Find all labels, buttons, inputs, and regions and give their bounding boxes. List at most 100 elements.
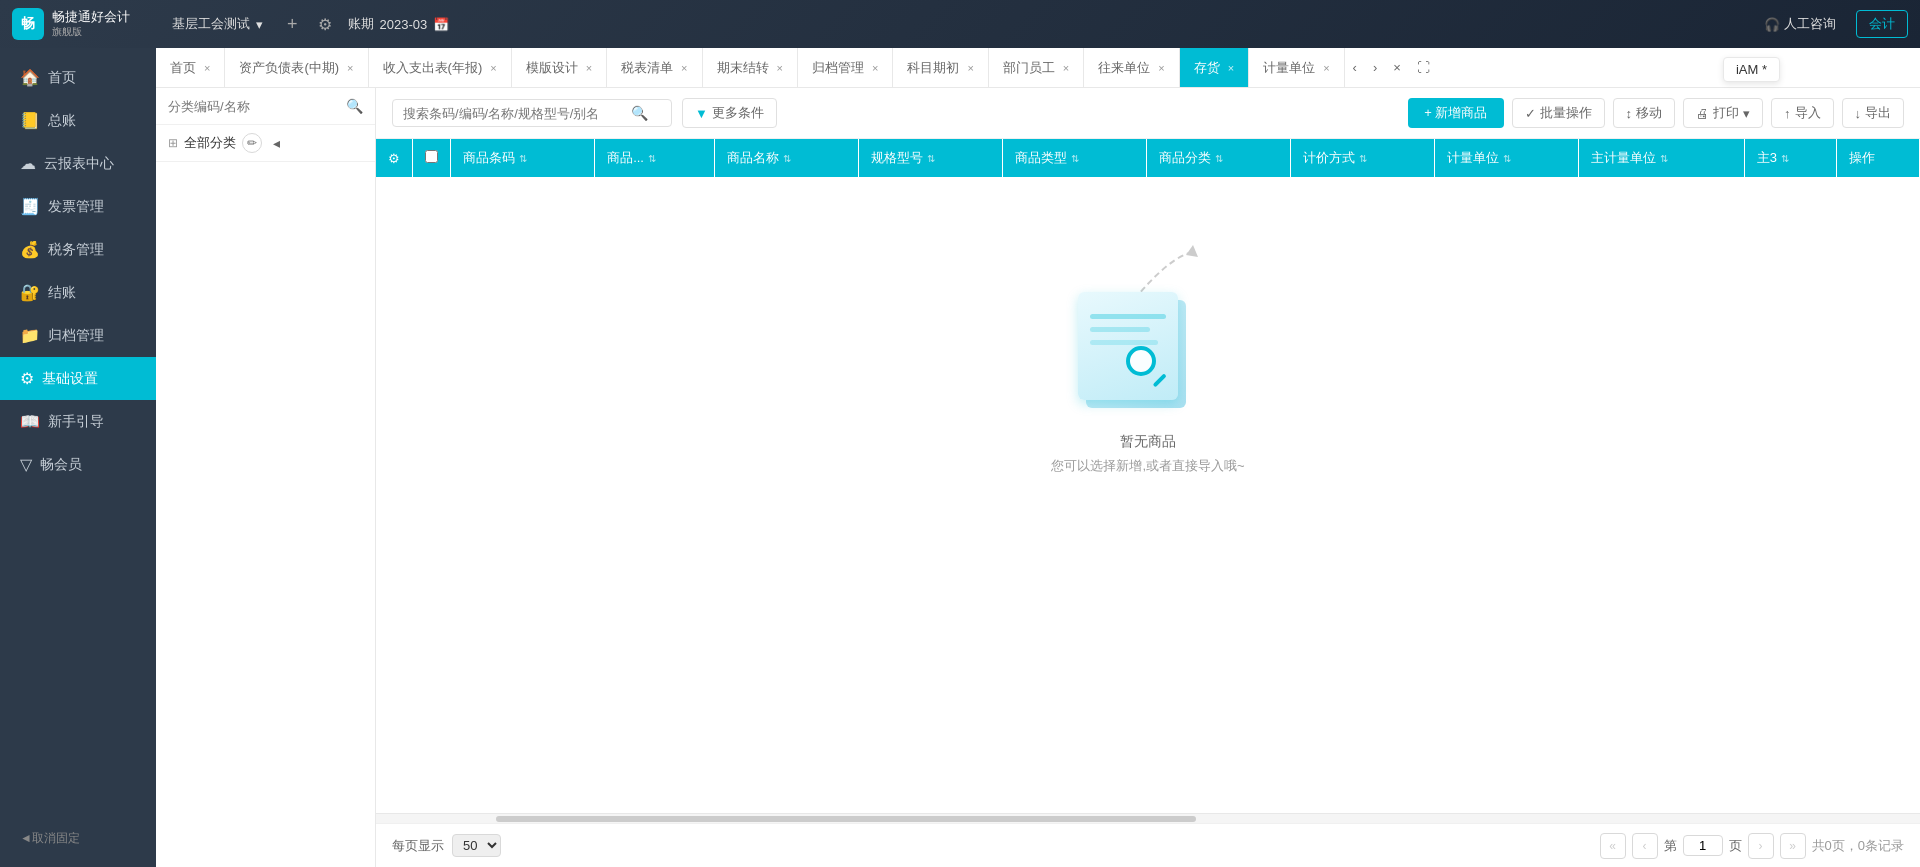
page-number-input[interactable] — [1683, 835, 1723, 856]
product-search-icon[interactable]: 🔍 — [631, 105, 648, 121]
sidebar-item-invoice[interactable]: 🧾 发票管理 — [0, 185, 156, 228]
tab-tax-clear[interactable]: 税表清单 × — [607, 48, 702, 87]
sidebar-item-member[interactable]: ▽ 畅会员 — [0, 443, 156, 486]
tab-label-balance: 资产负债表(中期) — [239, 59, 339, 77]
tab-close-income[interactable]: × — [490, 62, 496, 74]
sidebar-label-settings: 基础设置 — [42, 370, 98, 388]
sidebar-item-archive[interactable]: 📁 归档管理 — [0, 314, 156, 357]
select-all-checkbox[interactable] — [425, 150, 438, 163]
sort-spec-icon[interactable]: ⇅ — [927, 153, 935, 164]
th-gear[interactable]: ⚙ — [376, 139, 413, 177]
add-product-button[interactable]: + 新增商品 — [1408, 98, 1503, 128]
toolbar: 🔍 ▼ 更多条件 + 新增商品 ✓ 批量操作 — [376, 88, 1920, 139]
tab-close-unit[interactable]: × — [1323, 62, 1329, 74]
settings-icon[interactable]: ⚙ — [314, 15, 336, 34]
sort-price-icon[interactable]: ⇅ — [1359, 153, 1367, 164]
tab-vendors[interactable]: 往来单位 × — [1084, 48, 1179, 87]
scroll-thumb[interactable] — [496, 816, 1196, 822]
sidebar-item-settings[interactable]: ⚙ 基础设置 — [0, 357, 156, 400]
th-code: 商品... ⇅ — [595, 139, 715, 177]
tab-subject-init[interactable]: 科目期初 × — [893, 48, 988, 87]
close-period-icon: 🔐 — [20, 283, 40, 302]
grid-icon: ⊞ — [168, 136, 178, 150]
sort-name-icon[interactable]: ⇅ — [783, 153, 791, 164]
th-col3: 主3 ⇅ — [1744, 139, 1837, 177]
page-label: 第 — [1664, 837, 1677, 855]
tab-close-inventory[interactable]: × — [1228, 62, 1234, 74]
ledger-icon: 📒 — [20, 111, 40, 130]
sidebar-item-tax[interactable]: 💰 税务管理 — [0, 228, 156, 271]
add-tab-button[interactable]: + — [283, 14, 302, 35]
tab-next-button[interactable]: › — [1365, 48, 1385, 87]
tab-archive[interactable]: 归档管理 × — [798, 48, 893, 87]
company-selector[interactable]: 基层工会测试 ▾ — [164, 11, 271, 37]
tab-close-tax-clear[interactable]: × — [681, 62, 687, 74]
tab-close-home[interactable]: × — [204, 62, 210, 74]
tab-close-dept-staff[interactable]: × — [1063, 62, 1069, 74]
filter-icon: ▼ — [695, 106, 708, 121]
tab-dept-staff[interactable]: 部门员工 × — [989, 48, 1084, 87]
th-main-unit: 主计量单位 ⇅ — [1579, 139, 1744, 177]
collapse-panel-button[interactable]: ◂ — [266, 133, 286, 153]
category-search-input[interactable] — [168, 99, 338, 114]
first-page-button[interactable]: « — [1600, 833, 1626, 859]
print-button[interactable]: 🖨 打印 ▾ — [1683, 98, 1763, 128]
app-name: 畅捷通好会计 — [52, 9, 130, 25]
tab-period-end[interactable]: 期末结转 × — [703, 48, 798, 87]
product-table: ⚙ 商品条码 ⇅ — [376, 139, 1920, 177]
sidebar-label-reports: 云报表中心 — [44, 155, 114, 173]
sidebar-label-guide: 新手引导 — [48, 413, 104, 431]
move-button[interactable]: ↕ 移动 — [1613, 98, 1676, 128]
tab-close-all-button[interactable]: × — [1385, 48, 1409, 87]
sidebar-item-home[interactable]: 🏠 首页 — [0, 56, 156, 99]
tab-close-subject-init[interactable]: × — [967, 62, 973, 74]
batch-operation-button[interactable]: ✓ 批量操作 — [1512, 98, 1605, 128]
sidebar-item-reports[interactable]: ☁ 云报表中心 — [0, 142, 156, 185]
guide-icon: 📖 — [20, 412, 40, 431]
filter-button[interactable]: ▼ 更多条件 — [682, 98, 777, 128]
tab-home[interactable]: 首页 × — [156, 48, 225, 87]
tab-prev-button[interactable]: ‹ — [1345, 48, 1365, 87]
tab-expand-button[interactable]: ⛶ — [1409, 48, 1438, 87]
per-page-select[interactable]: 50 — [452, 834, 501, 857]
tab-balance[interactable]: 资产负债表(中期) × — [225, 48, 368, 87]
cloud-icon: ☁ — [20, 154, 36, 173]
sort-unit-icon[interactable]: ⇅ — [1503, 153, 1511, 164]
import-button[interactable]: ↑ 导入 — [1771, 98, 1834, 128]
product-search-input[interactable] — [403, 106, 623, 121]
sort-col3-icon[interactable]: ⇅ — [1781, 153, 1789, 164]
th-unit: 计量单位 ⇅ — [1435, 139, 1579, 177]
next-page-button[interactable]: › — [1748, 833, 1774, 859]
sort-type-icon[interactable]: ⇅ — [1071, 153, 1079, 164]
edit-category-button[interactable]: ✏ — [242, 133, 262, 153]
export-icon: ↓ — [1855, 106, 1862, 121]
sidebar-item-ledger[interactable]: 📒 总账 — [0, 99, 156, 142]
tab-inventory[interactable]: 存货 × — [1180, 48, 1249, 87]
export-button[interactable]: ↓ 导出 — [1842, 98, 1905, 128]
sort-main-unit-icon[interactable]: ⇅ — [1660, 153, 1668, 164]
tab-template[interactable]: 模版设计 × — [512, 48, 607, 87]
tab-close-balance[interactable]: × — [347, 62, 353, 74]
last-page-button[interactable]: » — [1780, 833, 1806, 859]
tab-close-period-end[interactable]: × — [777, 62, 783, 74]
tab-unit[interactable]: 计量单位 × — [1249, 48, 1344, 87]
sidebar-item-guide[interactable]: 📖 新手引导 — [0, 400, 156, 443]
period-label: 账期 — [348, 15, 374, 33]
account-button[interactable]: 会计 — [1856, 10, 1908, 38]
tab-income[interactable]: 收入支出表(年报) × — [369, 48, 512, 87]
horizontal-scrollbar[interactable] — [376, 813, 1920, 823]
tab-close-template[interactable]: × — [586, 62, 592, 74]
tab-close-archive[interactable]: × — [872, 62, 878, 74]
calendar-icon[interactable]: 📅 — [433, 17, 449, 32]
sort-code-icon[interactable]: ⇅ — [648, 153, 656, 164]
prev-page-button[interactable]: ‹ — [1632, 833, 1658, 859]
sidebar-label-member: 畅会员 — [40, 456, 82, 474]
sort-barcode-icon[interactable]: ⇅ — [519, 153, 527, 164]
category-search-icon[interactable]: 🔍 — [346, 98, 363, 114]
sidebar-item-close[interactable]: 🔐 结账 — [0, 271, 156, 314]
th-checkbox[interactable] — [413, 139, 451, 177]
unpin-button[interactable]: ◄取消固定 — [0, 818, 156, 859]
sort-category-icon[interactable]: ⇅ — [1215, 153, 1223, 164]
tab-close-vendors[interactable]: × — [1158, 62, 1164, 74]
consult-button[interactable]: 🎧 人工咨询 — [1756, 11, 1844, 37]
